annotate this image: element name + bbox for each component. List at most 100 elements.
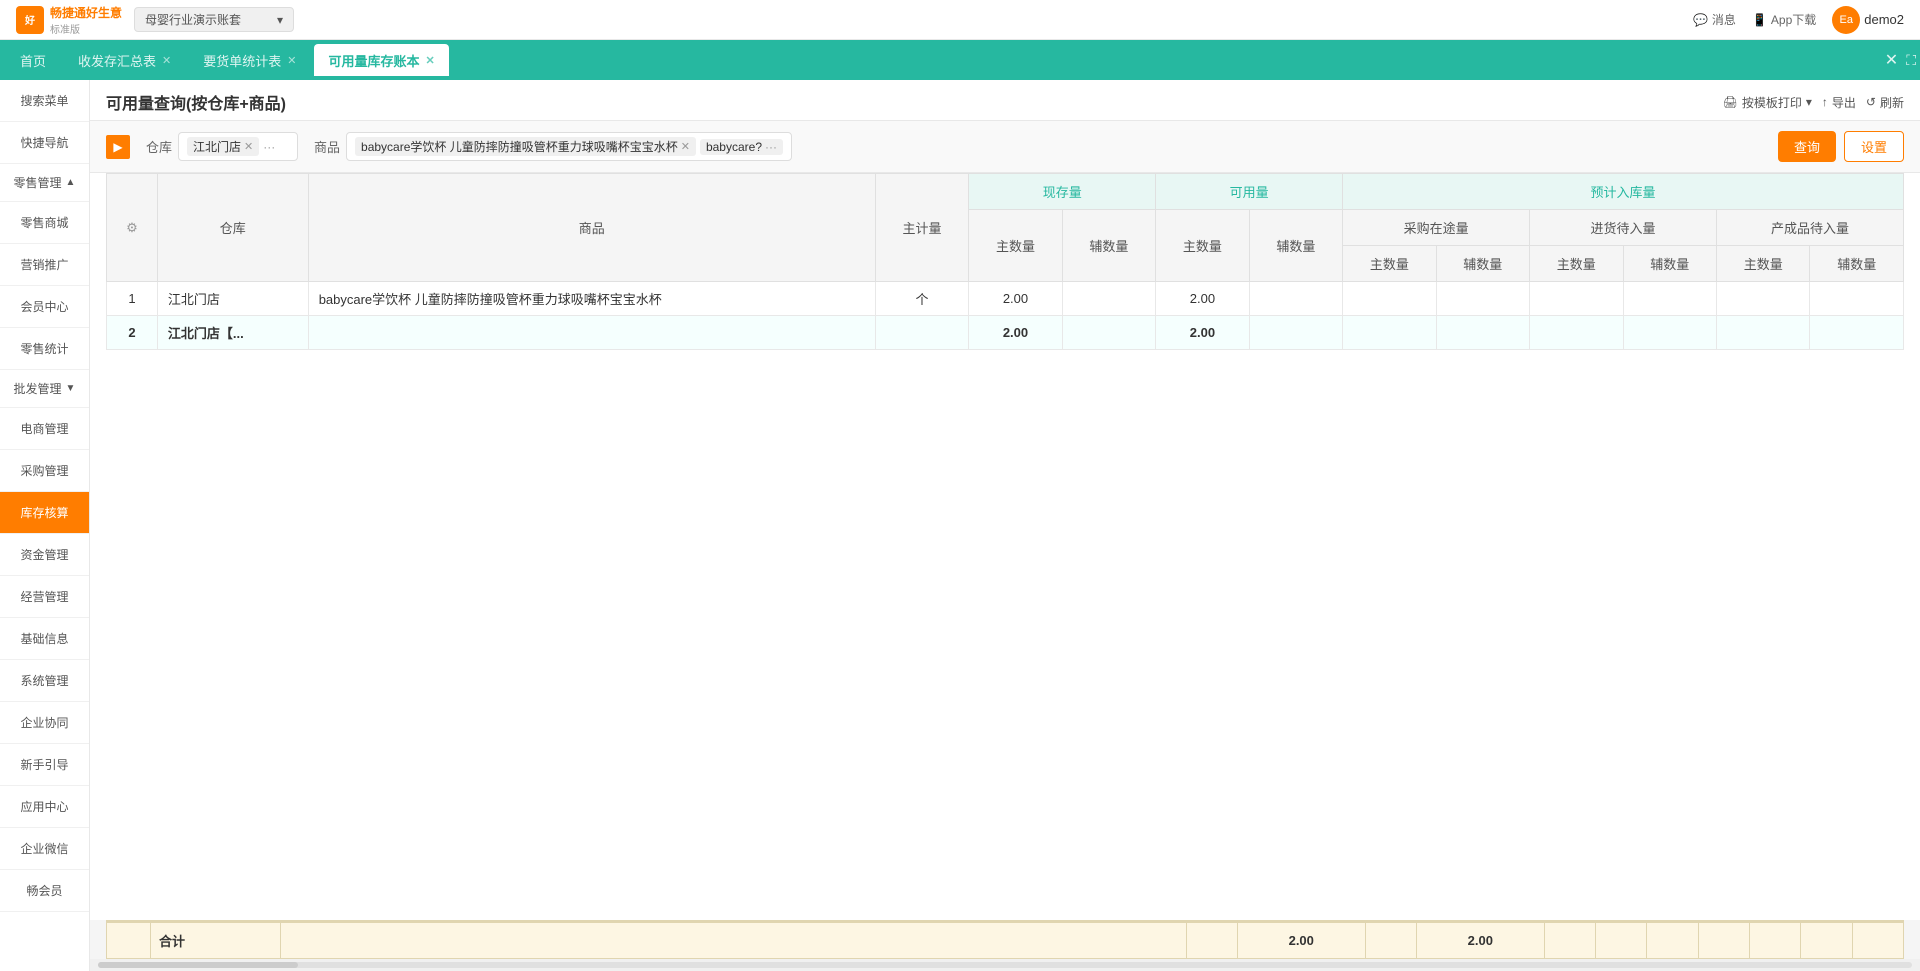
nav-right-controls: ✕ ⛶ [1885,50,1916,70]
filter-goods-label: 商品 [314,137,340,156]
export-label: 导出 [1832,94,1856,111]
sidebar-item-search[interactable]: 搜索菜单 [0,80,89,122]
col-goods-header: 商品 [308,174,875,282]
row-1-purchase-main [1343,282,1436,316]
remove-goods-tag-1[interactable]: ✕ [681,140,690,153]
row-2-available-main: 2.00 [1156,316,1249,350]
sidebar-item-inventory[interactable]: 库存核算 [0,492,89,534]
tab-available-label: 可用量库存账本 [328,51,419,70]
sidebar-item-retail-stats[interactable]: 零售统计 [0,328,89,370]
retail-mgmt-arrow: ▲ [66,177,76,188]
tab-collect-label: 收发存汇总表 [78,51,156,70]
tab-home[interactable]: 首页 [6,44,60,76]
row-2-stock-main: 2.00 [969,316,1062,350]
scrollbar-thumb[interactable] [98,962,298,968]
tab-order[interactable]: 要货单统计表 ✕ [189,44,310,76]
close-all-btn[interactable]: ✕ [1885,50,1898,70]
row-2-goods [308,316,875,350]
sidebar-item-wholesale-mgmt[interactable]: 批发管理 ▼ [0,370,89,408]
sidebar-item-bizwechat[interactable]: 企业微信 [0,828,89,870]
tab-collect[interactable]: 收发存汇总表 ✕ [64,44,185,76]
table-row: 1 江北门店 babycare学饮杯 儿童防摔防撞吸管杯重力球吸嘴杯宝宝水杯 个… [107,282,1904,316]
tab-home-label: 首页 [20,51,46,70]
filter-goods-input[interactable]: babycare学饮杯 儿童防摔防撞吸管杯重力球吸嘴杯宝宝水杯 ✕ babyca… [346,132,792,161]
fullscreen-btn[interactable]: ⛶ [1906,52,1916,69]
col-settings-header[interactable]: ⚙ [107,174,158,282]
goods-tag-1: babycare学饮杯 儿童防摔防撞吸管杯重力球吸嘴杯宝宝水杯 ✕ [355,137,696,156]
row-1-available-aux [1249,282,1342,316]
top-bar: 好 畅捷通好生意 标准版 母婴行业演示账套 ▾ 💬 消息 📱 App下载 Ea … [0,0,1920,40]
col-stock-group-header: 现存量 [969,174,1156,210]
filter-warehouse-input[interactable]: 江北门店 ✕ ··· [178,132,298,161]
print-icon: 🖨 [1723,95,1738,109]
col-available-group-header: 可用量 [1156,174,1343,210]
sidebar-item-vip[interactable]: 畅会员 [0,870,89,912]
col-incoming-aux-header: 辅数量 [1623,246,1716,282]
sidebar: 搜索菜单 快捷导航 零售管理 ▲ 零售商城 营销推广 会员中心 零售统计 批发管… [0,80,90,971]
refresh-btn[interactable]: ↺ 刷新 [1866,94,1904,111]
col-incoming-main-header: 主数量 [1530,246,1623,282]
close-order-icon[interactable]: ✕ [287,54,296,67]
filter-expand-btn[interactable]: ▶ [106,135,130,159]
header-actions: 🖨 按模板打印 ▾ ↑ 导出 ↺ 刷新 [1723,94,1904,111]
inventory-table: ⚙ 仓库 商品 主计量 现存量 可用量 预计入库量 主数量 辅数量 主数量 辅数… [106,173,1904,350]
row-1-stock-main: 2.00 [969,282,1062,316]
print-btn[interactable]: 🖨 按模板打印 ▾ [1723,94,1812,111]
tab-order-label: 要货单统计表 [203,51,281,70]
row-1-no: 1 [107,282,158,316]
row-2-purchase-main [1343,316,1436,350]
col-settings-icon[interactable]: ⚙ [126,220,138,235]
app-download-btn[interactable]: 📱 App下载 [1752,11,1816,28]
tab-available[interactable]: 可用量库存账本 ✕ [314,44,448,76]
message-icon: 💬 [1693,13,1708,27]
sidebar-item-enterprise[interactable]: 企业协同 [0,702,89,744]
row-2-purchase-aux [1436,316,1529,350]
industry-selector[interactable]: 母婴行业演示账套 ▾ [134,7,294,32]
sidebar-item-operation[interactable]: 经营管理 [0,576,89,618]
filter-warehouse-ellipsis[interactable]: ··· [263,140,275,154]
close-available-icon[interactable]: ✕ [426,54,435,67]
sidebar-item-appcenter[interactable]: 应用中心 [0,786,89,828]
close-collect-icon[interactable]: ✕ [162,54,171,67]
row-2-stock-aux [1062,316,1155,350]
row-1-production-aux [1810,282,1904,316]
footer-stock-main: 2.00 [1237,923,1365,959]
sidebar-item-member-center[interactable]: 会员中心 [0,286,89,328]
sidebar-item-newguide[interactable]: 新手引导 [0,744,89,786]
sidebar-item-marketing[interactable]: 营销推广 [0,244,89,286]
row-1-incoming-main [1530,282,1623,316]
phone-icon: 📱 [1752,13,1767,27]
refresh-icon: ↺ [1866,95,1876,109]
row-2-production-aux [1810,316,1904,350]
industry-label: 母婴行业演示账套 [145,11,241,28]
row-1-incoming-aux [1623,282,1716,316]
goods-tag-2: babycare? ··· [700,139,783,155]
sidebar-item-quicknav[interactable]: 快捷导航 [0,122,89,164]
sidebar-item-system[interactable]: 系统管理 [0,660,89,702]
sidebar-item-base-info[interactable]: 基础信息 [0,618,89,660]
query-button[interactable]: 查询 [1778,131,1836,162]
user-profile-btn[interactable]: Ea demo2 [1832,6,1904,34]
row-2-warehouse: 江北门店【... [157,316,308,350]
top-bar-left: 好 畅捷通好生意 标准版 母婴行业演示账套 ▾ [16,4,294,36]
remove-warehouse-tag[interactable]: ✕ [244,140,253,153]
col-production-aux-header: 辅数量 [1810,246,1904,282]
row-1-available-main: 2.00 [1156,282,1249,316]
sidebar-item-finance[interactable]: 资金管理 [0,534,89,576]
export-btn[interactable]: ↑ 导出 [1822,94,1856,111]
col-purchase-main-header: 主数量 [1343,246,1436,282]
col-stock-main-header: 主数量 [969,210,1062,282]
col-estimated-group-header: 预计入库量 [1343,174,1904,210]
export-icon: ↑ [1822,95,1828,109]
avatar: Ea [1832,6,1860,34]
message-btn[interactable]: 💬 消息 [1693,11,1736,28]
sidebar-item-ecommerce[interactable]: 电商管理 [0,408,89,450]
sidebar-item-retail-mgmt[interactable]: 零售管理 ▲ [0,164,89,202]
horizontal-scrollbar[interactable] [90,959,1920,971]
sidebar-item-retail-mall[interactable]: 零售商城 [0,202,89,244]
settings-button[interactable]: 设置 [1844,131,1904,162]
sidebar-item-purchase[interactable]: 采购管理 [0,450,89,492]
row-1-purchase-aux [1436,282,1529,316]
wholesale-mgmt-arrow: ▼ [66,383,76,394]
brand-tag: 标准版 [50,21,122,36]
